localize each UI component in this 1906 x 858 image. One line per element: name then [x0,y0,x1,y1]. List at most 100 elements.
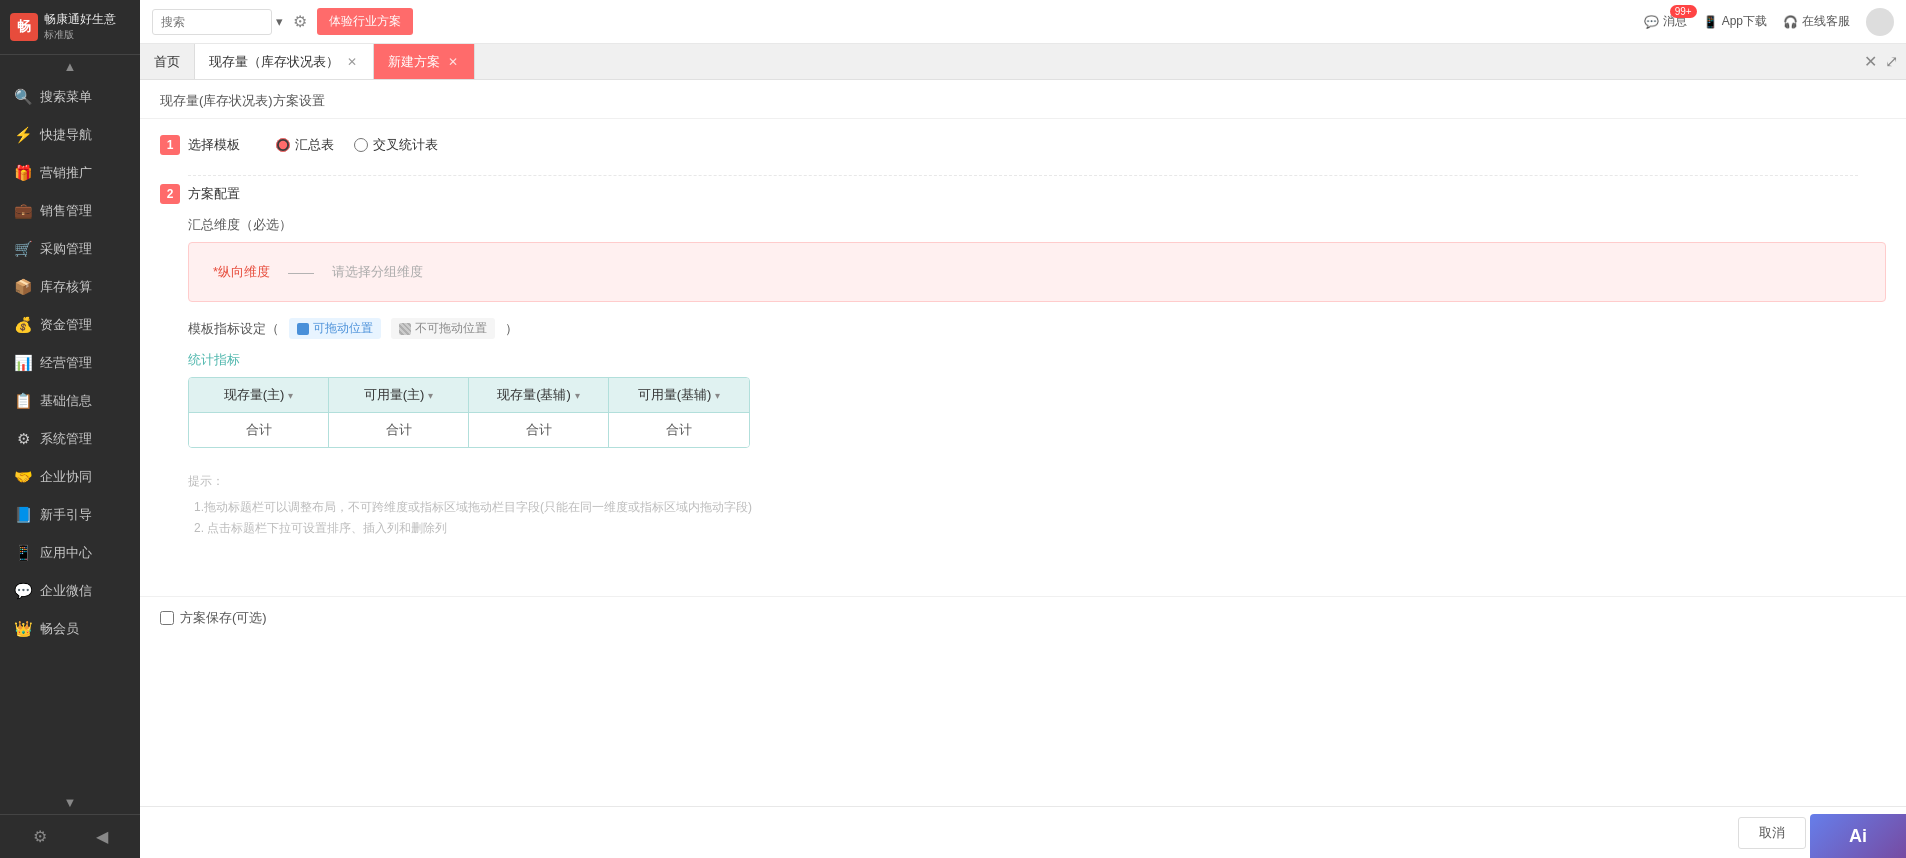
col-header-label-3: 可用量(基辅) [638,386,712,404]
indicator-setting-label: 模板指标设定（ [188,320,279,338]
search-dropdown-btn[interactable]: ▾ [276,14,283,29]
cancel-button[interactable]: 取消 [1738,817,1806,849]
col-header-1[interactable]: 可用量(主) ▾ [329,378,469,412]
sidebar-item-label: 企业微信 [40,582,92,600]
tab-expand-icon[interactable]: ⤢ [1885,52,1898,71]
chevron-icon-3: ▾ [715,390,720,401]
sidebar-item-label: 畅会员 [40,620,79,638]
step2-title: 方案配置 [188,185,240,203]
new-guide-icon: 📘 [14,506,32,524]
online-service-item[interactable]: 🎧 在线客服 [1783,13,1850,30]
settings-icon[interactable]: ⚙ [29,823,51,850]
dimension-field-label: *纵向维度 [213,263,270,281]
sidebar-scroll-down[interactable]: ▼ [0,791,140,814]
sidebar-item-label: 经营管理 [40,354,92,372]
tab-new-plan-label: 新建方案 [388,53,440,71]
ai-float-button[interactable]: Ai [1810,814,1906,858]
sidebar-item-label: 营销推广 [40,164,92,182]
col-summary-2: 合计 [526,421,552,439]
chevron-icon-1: ▾ [428,390,433,401]
app-download-item[interactable]: 📱 App下载 [1703,13,1767,30]
app-center-icon: 📱 [14,544,32,562]
tab-new-plan[interactable]: 新建方案 ✕ [374,44,475,79]
sidebar-item-enterprise[interactable]: 🤝 企业协同 [0,458,140,496]
tabs-actions: ✕ ⤢ [1864,52,1906,71]
step1-num: 1 [160,135,180,155]
inventory-icon: 📦 [14,278,32,296]
col-cell-1: 合计 [329,413,469,447]
topbar-gear-icon[interactable]: ⚙ [293,12,307,31]
non-draggable-badge: 不可拖动位置 [391,318,495,339]
sidebar-item-label: 快捷导航 [40,126,92,144]
sidebar-item-new-guide[interactable]: 📘 新手引导 [0,496,140,534]
sidebar-item-label: 搜索菜单 [40,88,92,106]
radio-cross-input[interactable] [354,138,368,152]
radio-cross[interactable]: 交叉统计表 [354,136,438,154]
sidebar-item-sales[interactable]: 💼 销售管理 [0,192,140,230]
col-cell-3: 合计 [609,413,749,447]
col-header-2[interactable]: 现存量(基辅) ▾ [469,378,609,412]
col-header-0[interactable]: 现存量(主) ▾ [189,378,329,412]
col-summary-3: 合计 [666,421,692,439]
step2-num: 2 [160,184,180,204]
dimension-placeholder: 请选择分组维度 [332,263,423,281]
sidebar-item-label: 企业协同 [40,468,92,486]
sidebar-item-basic-info[interactable]: 📋 基础信息 [0,382,140,420]
basic-info-icon: 📋 [14,392,32,410]
sidebar-logo: 畅 畅康通好生意 标准版 [0,0,140,55]
radio-summary-input[interactable] [276,138,290,152]
sidebar-item-inventory[interactable]: 📦 库存核算 [0,268,140,306]
draggable-badge: 可拖动位置 [289,318,381,339]
sidebar: 畅 畅康通好生意 标准版 ▲ 🔍 搜索菜单 ⚡ 快捷导航 🎁 营销推广 💼 销售… [0,0,140,858]
sidebar-item-quick-nav[interactable]: ⚡ 快捷导航 [0,116,140,154]
radio-summary-label: 汇总表 [295,136,334,154]
tab-inventory-label: 现存量（库存状况表） [209,53,339,71]
radio-summary[interactable]: 汇总表 [276,136,334,154]
topbar-right: 💬 消息 99+ 📱 App下载 🎧 在线客服 [1644,8,1894,36]
app-download-label: App下载 [1722,13,1767,30]
purchase-icon: 🛒 [14,240,32,258]
sidebar-scroll-up[interactable]: ▲ [0,55,140,78]
tab-home[interactable]: 首页 [140,44,195,79]
tabs-bar: 首页 现存量（库存状况表） ✕ 新建方案 ✕ ✕ ⤢ [140,44,1906,80]
indicator-setting-suffix: ） [505,320,518,338]
user-avatar[interactable] [1866,8,1894,36]
trial-btn[interactable]: 体验行业方案 [317,8,413,35]
step1-section: 1 选择模板 汇总表 交叉统计表 [160,135,1886,155]
scheme-setup: 1 选择模板 汇总表 交叉统计表 [140,119,1906,576]
sidebar-item-system[interactable]: ⚙ 系统管理 [0,420,140,458]
tab-home-label: 首页 [154,53,180,71]
radio-cross-label: 交叉统计表 [373,136,438,154]
sidebar-item-operations[interactable]: 📊 经营管理 [0,344,140,382]
stats-title: 统计指标 [188,351,1886,369]
tab-new-plan-close-icon[interactable]: ✕ [446,55,460,69]
messages-item[interactable]: 💬 消息 99+ [1644,13,1687,30]
dimension-area: *纵向维度 —— 请选择分组维度 [188,242,1886,302]
sidebar-footer: ⚙ ◀ [0,814,140,858]
collapse-icon[interactable]: ◀ [92,823,112,850]
message-icon: 💬 [1644,15,1659,29]
sidebar-item-label: 系统管理 [40,430,92,448]
content-area: 现存量(库存状况表)方案设置 1 选择模板 汇总表 交叉统计表 [140,80,1906,806]
search-icon: 🔍 [14,88,32,106]
search-input[interactable] [152,9,272,35]
col-header-3[interactable]: 可用量(基辅) ▾ [609,378,749,412]
tab-inventory-close-icon[interactable]: ✕ [345,55,359,69]
tab-close-all-icon[interactable]: ✕ [1864,52,1877,71]
dimension-section-label: 汇总维度（必选） [188,216,1886,234]
stats-table-header: 现存量(主) ▾ 可用量(主) ▾ 现存量(基辅) ▾ [189,378,749,412]
sidebar-item-enterprise-wechat[interactable]: 💬 企业微信 [0,572,140,610]
sidebar-item-member[interactable]: 👑 畅会员 [0,610,140,648]
sidebar-item-marketing[interactable]: 🎁 营销推广 [0,154,140,192]
sidebar-item-purchase[interactable]: 🛒 采购管理 [0,230,140,268]
tab-inventory-status[interactable]: 现存量（库存状况表） ✕ [195,44,374,79]
sidebar-item-app-center[interactable]: 📱 应用中心 [0,534,140,572]
save-checkbox[interactable] [160,611,174,625]
step2-section: 2 方案配置 汇总维度（必选） *纵向维度 —— 请选择分组维度 模板指标设定（… [160,184,1886,540]
sidebar-item-finance[interactable]: 💰 资金管理 [0,306,140,344]
sidebar-item-search[interactable]: 🔍 搜索菜单 [0,78,140,116]
bottom-bar: 取消 查询 [140,806,1906,858]
sidebar-item-label: 采购管理 [40,240,92,258]
sales-icon: 💼 [14,202,32,220]
search-area: ▾ [152,9,283,35]
